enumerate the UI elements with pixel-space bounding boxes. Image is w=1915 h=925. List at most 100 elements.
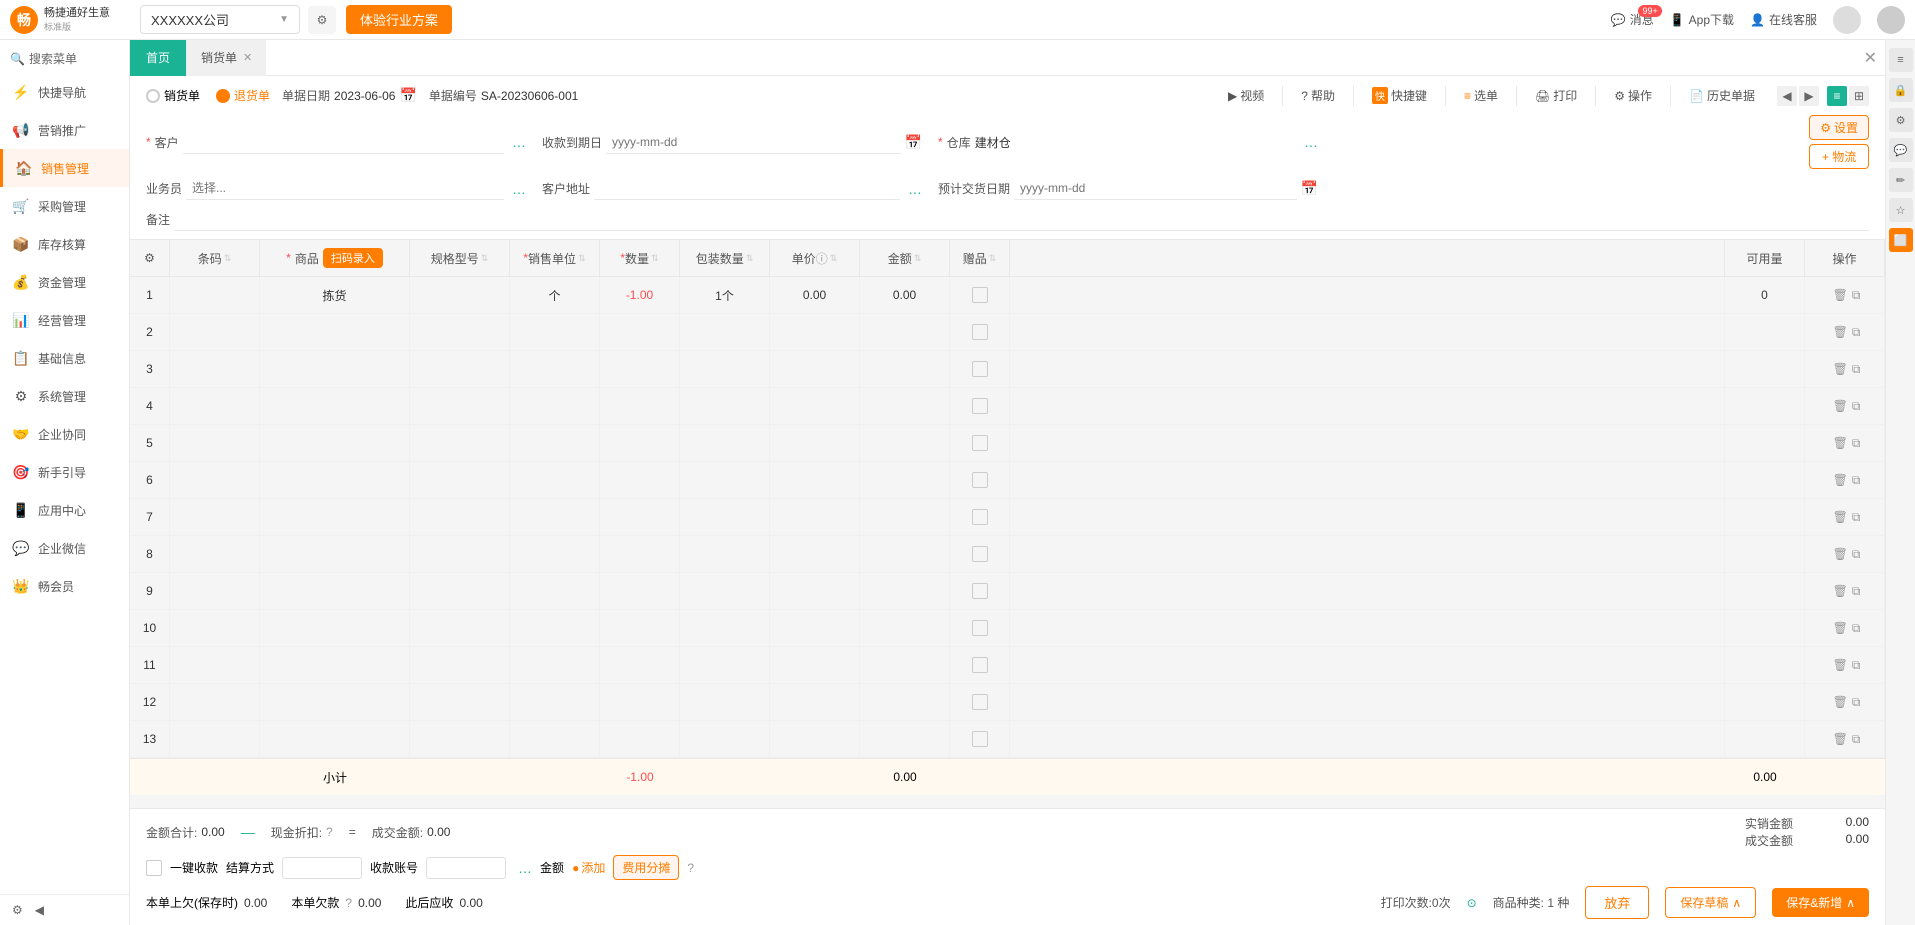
row-price[interactable]: 0.00 [770, 277, 860, 313]
copy-icon[interactable]: ⧉ [1852, 510, 1861, 525]
right-btn-3[interactable]: ⚙ [1889, 108, 1913, 132]
row-spec[interactable] [410, 277, 510, 313]
expected-date-calendar-icon[interactable]: 📅 [1301, 180, 1318, 197]
toolbar-history[interactable]: 📄 历史单据 [1683, 84, 1761, 107]
copy-icon[interactable]: ⧉ [1852, 399, 1861, 414]
copy-icon[interactable]: ⧉ [1852, 621, 1861, 636]
next-arrow[interactable]: ▶ [1799, 86, 1819, 106]
right-btn-6[interactable]: ☆ [1889, 198, 1913, 222]
sidebar-item-finance[interactable]: 💰 资金管理 [0, 263, 129, 301]
sidebar-item-marketing[interactable]: 📢 营销推广 [0, 111, 129, 149]
address-dots-icon[interactable]: … [908, 181, 922, 197]
delete-icon[interactable]: 🗑 [1833, 695, 1848, 709]
delete-icon[interactable]: 🗑 [1833, 547, 1848, 561]
online-service-action[interactable]: 👤 在线客服 [1750, 11, 1817, 28]
logistics-button[interactable]: + 物流 [1809, 144, 1869, 169]
delete-icon[interactable]: 🗑 [1833, 436, 1848, 450]
toolbar-help[interactable]: ? 帮助 [1295, 84, 1341, 107]
customer-address-input[interactable] [594, 177, 900, 200]
sidebar-collapse-icon[interactable]: ◀ [35, 903, 44, 917]
radio-sales[interactable]: 销货单 [146, 87, 200, 104]
row-quantity[interactable]: -1.00 [600, 277, 680, 313]
sidebar-search[interactable]: 🔍 搜索菜单 [0, 44, 129, 73]
copy-icon[interactable]: ⧉ [1852, 362, 1861, 377]
copy-icon[interactable]: ⧉ [1852, 695, 1861, 710]
copy-icon[interactable]: ⧉ [1852, 288, 1861, 303]
note-input[interactable] [174, 208, 1869, 231]
sidebar-item-enterprise[interactable]: 🤝 企业协同 [0, 415, 129, 453]
salesperson-input[interactable] [186, 177, 504, 200]
delete-icon[interactable]: 🗑 [1833, 362, 1848, 376]
fees-help-icon[interactable]: ? [687, 861, 694, 875]
expected-date-input[interactable] [1014, 177, 1297, 200]
date-calendar-icon[interactable]: 📅 [399, 87, 416, 104]
company-selector[interactable]: XXXXXX公司 ▼ [140, 5, 300, 34]
list-view-btn[interactable]: ≡ [1827, 86, 1847, 106]
delete-icon[interactable]: 🗑 [1833, 288, 1848, 302]
due-help-icon[interactable]: ? [345, 896, 352, 910]
sidebar-item-quick-nav[interactable]: ⚡ 快捷导航 [0, 73, 129, 111]
tab-home[interactable]: 首页 [130, 40, 186, 76]
toolbar-print[interactable]: 🖨 打印 [1529, 84, 1583, 107]
salesperson-dots-icon[interactable]: … [512, 181, 526, 197]
sidebar-item-sales[interactable]: 🏠 销售管理 [0, 149, 129, 187]
toolbar-video[interactable]: ▶ 视频 [1222, 84, 1270, 107]
sidebar-item-operations[interactable]: 📊 经营管理 [0, 301, 129, 339]
delete-icon[interactable]: 🗑 [1833, 732, 1848, 746]
tab-close-icon[interactable]: ✕ [243, 51, 252, 64]
delete-icon[interactable]: 🗑 [1833, 658, 1848, 672]
right-btn-7[interactable]: ⬜ [1889, 228, 1913, 252]
account-input[interactable] [426, 857, 506, 879]
right-btn-2[interactable]: 🔒 [1889, 78, 1913, 102]
copy-icon[interactable]: ⧉ [1852, 732, 1861, 747]
copy-icon[interactable]: ⧉ [1852, 547, 1861, 562]
message-action[interactable]: 💬 消息 99+ [1611, 11, 1654, 28]
add-button[interactable]: ● 添加 [572, 859, 605, 876]
sidebar-settings-icon[interactable]: ⚙ [12, 903, 23, 917]
grid-view-btn[interactable]: ⊞ [1849, 86, 1869, 106]
sidebar-item-wechat[interactable]: 💬 企业微信 [0, 529, 129, 567]
copy-icon[interactable]: ⧉ [1852, 658, 1861, 673]
close-panel-icon[interactable]: ✕ [1864, 48, 1877, 68]
col-settings[interactable]: ⚙ [130, 240, 170, 276]
right-btn-1[interactable]: ≡ [1889, 48, 1913, 72]
row-gift[interactable] [950, 277, 1010, 313]
row-barcode[interactable] [170, 277, 260, 313]
save-draft-button[interactable]: 保存草稿 ∧ [1665, 887, 1756, 918]
prev-arrow[interactable]: ◀ [1777, 86, 1797, 106]
row-amount[interactable]: 0.00 [860, 277, 950, 313]
toolbar-operation[interactable]: ⚙ 操作 [1608, 84, 1658, 107]
customer-dots-icon[interactable]: … [512, 134, 526, 150]
sidebar-item-purchase[interactable]: 🛒 采购管理 [0, 187, 129, 225]
toolbar-shortcut[interactable]: 快 快捷键 [1366, 84, 1433, 107]
settlement-input[interactable] [282, 857, 362, 879]
account-dots-icon[interactable]: … [518, 860, 532, 876]
discount-help-icon[interactable]: ? [326, 825, 333, 839]
delete-icon[interactable]: 🗑 [1833, 584, 1848, 598]
right-btn-4[interactable]: 💬 [1889, 138, 1913, 162]
trial-button[interactable]: 体验行业方案 [346, 5, 452, 34]
sidebar-item-basic-info[interactable]: 📋 基础信息 [0, 339, 129, 377]
sidebar-item-guide[interactable]: 🎯 新手引导 [0, 453, 129, 491]
price-help-icon[interactable]: ⓘ [816, 250, 828, 267]
row-product[interactable]: 拣货 [260, 277, 410, 313]
copy-icon[interactable]: ⧉ [1852, 436, 1861, 451]
sidebar-item-inventory[interactable]: 📦 库存核算 [0, 225, 129, 263]
copy-icon[interactable]: ⧉ [1852, 325, 1861, 340]
row-unit[interactable]: 个 [510, 277, 600, 313]
row-pack-qty[interactable]: 1个 [680, 277, 770, 313]
delete-icon[interactable]: 🗑 [1833, 399, 1848, 413]
toolbar-select[interactable]: ≡ 选单 [1458, 84, 1504, 107]
settings-icon[interactable]: ⚙ [308, 6, 336, 34]
abandon-button[interactable]: 放弃 [1585, 886, 1649, 919]
fees-button[interactable]: 费用分摊 [613, 855, 679, 880]
settings-button[interactable]: ⚙ 设置 [1809, 115, 1869, 140]
sidebar-item-system[interactable]: ⚙ 系统管理 [0, 377, 129, 415]
copy-icon[interactable]: ⧉ [1852, 473, 1861, 488]
radio-return[interactable]: 退货单 [216, 87, 270, 104]
tab-sales-order[interactable]: 销货单 ✕ [186, 40, 266, 76]
one-click-pay-checkbox[interactable] [146, 860, 162, 876]
save-new-button[interactable]: 保存&新增 ∧ [1772, 888, 1869, 917]
sidebar-item-member[interactable]: 👑 畅会员 [0, 567, 129, 605]
delete-icon[interactable]: 🗑 [1833, 510, 1848, 524]
